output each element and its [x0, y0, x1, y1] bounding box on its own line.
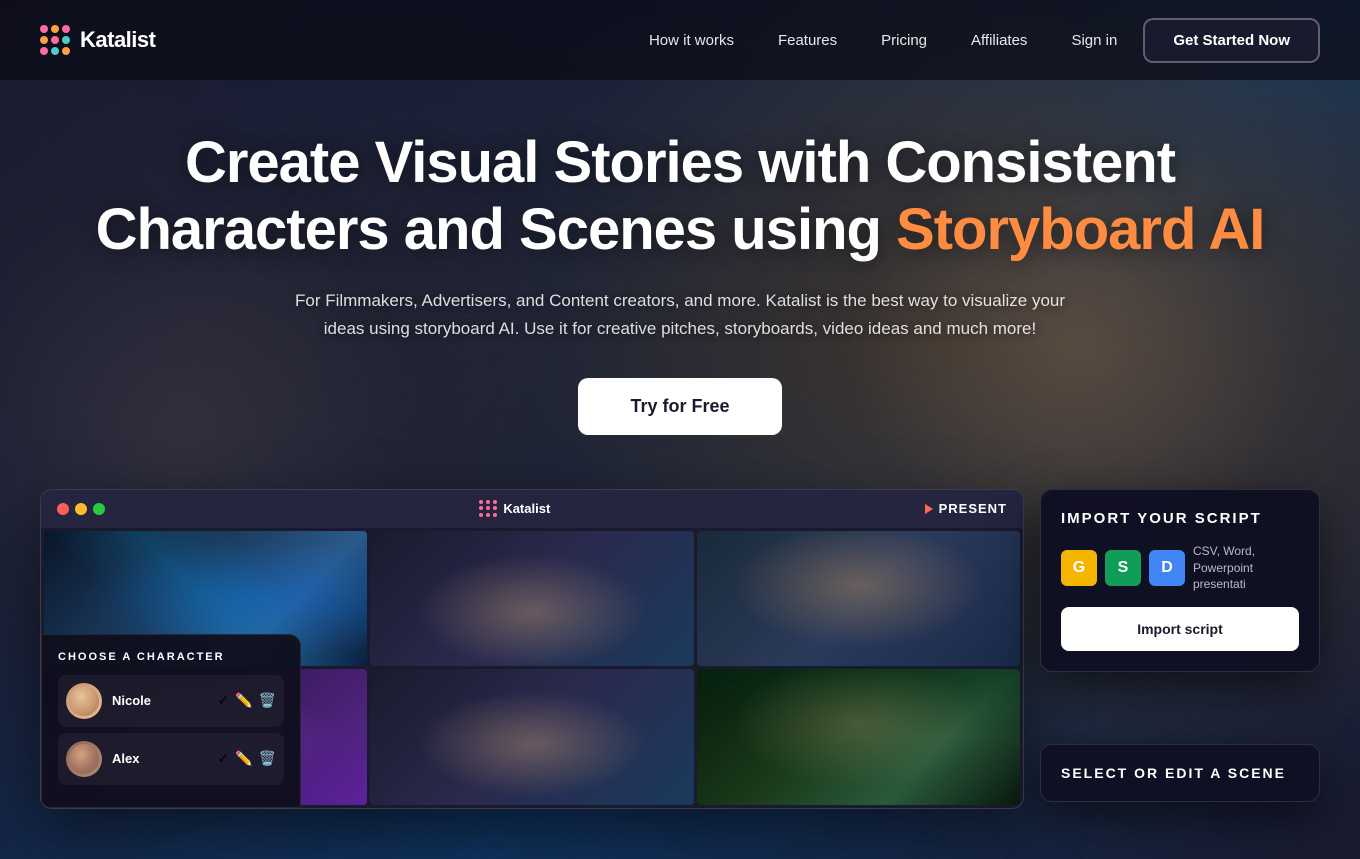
import-script-button[interactable]: Import script	[1061, 607, 1299, 651]
nav-link-sign-in[interactable]: Sign in	[1053, 24, 1135, 57]
import-file-icons: G S D CSV, Word, Powerpoint presentati	[1061, 543, 1299, 593]
character-panel: CHOOSE A CHARACTER Nicole ✓ ✏️ 🗑️	[41, 634, 301, 808]
get-started-button[interactable]: Get Started Now	[1143, 18, 1320, 63]
storyboard-cell-5[interactable]	[370, 669, 693, 805]
bldot-4	[479, 506, 483, 510]
logo-dot-3	[62, 25, 70, 33]
bldot-9	[493, 513, 497, 517]
nav-link-pricing[interactable]: Pricing	[863, 24, 945, 57]
logo-dots-grid	[40, 25, 70, 55]
present-label: PRESENT	[939, 501, 1007, 516]
hero-title-line1: Create Visual Stories with Consistent	[185, 130, 1175, 195]
hero-title-accent: Storyboard AI	[896, 197, 1264, 262]
check-icon-2[interactable]: ✓	[217, 750, 229, 767]
logo-dot-7	[40, 47, 48, 55]
hero-title: Create Visual Stories with Consistent Ch…	[40, 130, 1320, 263]
bldot-1	[479, 500, 483, 504]
import-script-panel: IMPORT YOUR SCRIPT G S D CSV, Word, Powe…	[1040, 489, 1320, 672]
import-file-types: CSV, Word, Powerpoint presentati	[1193, 543, 1299, 593]
check-icon[interactable]: ✓	[217, 692, 229, 709]
import-panel-title: IMPORT YOUR SCRIPT	[1061, 510, 1299, 527]
sheets-icon: S	[1105, 550, 1141, 586]
docs-icon: D	[1149, 550, 1185, 586]
character-name-alex: Alex	[112, 751, 207, 766]
edit-icon-2[interactable]: ✏️	[235, 750, 252, 767]
play-icon	[925, 504, 933, 514]
browser-dot-maximize	[93, 503, 105, 515]
slides-icon-symbol: G	[1073, 559, 1085, 577]
bldot-8	[486, 513, 490, 517]
brand-name: Katalist	[80, 27, 155, 53]
bldot-2	[486, 500, 490, 504]
right-panels: IMPORT YOUR SCRIPT G S D CSV, Word, Powe…	[1040, 489, 1320, 742]
brand-logo[interactable]: Katalist	[40, 25, 155, 55]
preview-area: Katalist PRESENT CHOOSE A CHARACTER	[40, 489, 1320, 809]
character-name-nicole: Nicole	[112, 693, 207, 708]
docs-icon-symbol: D	[1161, 559, 1173, 577]
navbar: Katalist How it works Features Pricing A…	[0, 0, 1360, 80]
hero-subtitle: For Filmmakers, Advertisers, and Content…	[290, 287, 1070, 341]
present-button[interactable]: PRESENT	[925, 501, 1007, 516]
browser-bar: Katalist PRESENT	[41, 490, 1023, 528]
avatar-face-alex	[69, 744, 99, 774]
bldot-7	[479, 513, 483, 517]
bldot-3	[493, 500, 497, 504]
nav-link-how-it-works[interactable]: How it works	[631, 24, 752, 57]
browser-window-controls	[57, 503, 105, 515]
logo-dot-2	[51, 25, 59, 33]
bldot-6	[493, 506, 497, 510]
character-avatar-alex	[66, 741, 102, 777]
logo-dot-1	[40, 25, 48, 33]
browser-app-name: Katalist	[503, 501, 550, 516]
slides-icon: G	[1061, 550, 1097, 586]
character-panel-title: CHOOSE A CHARACTER	[58, 651, 284, 663]
nav-link-features[interactable]: Features	[760, 24, 855, 57]
character-avatar-nicole	[66, 683, 102, 719]
logo-dot-6	[62, 36, 70, 44]
logo-dot-9	[62, 47, 70, 55]
storyboard-cell-6[interactable]	[697, 669, 1020, 805]
browser-app-logo: Katalist	[479, 500, 550, 518]
sheets-icon-symbol: S	[1118, 559, 1129, 577]
nav-link-affiliates[interactable]: Affiliates	[953, 24, 1045, 57]
storyboard-cell-2[interactable]	[370, 531, 693, 667]
browser-dot-close	[57, 503, 69, 515]
browser-logo-dots	[479, 500, 497, 518]
hero-section: Create Visual Stories with Consistent Ch…	[0, 80, 1360, 465]
scene-panel-title: SELECT OR EDIT A SCENE	[1061, 765, 1299, 781]
delete-icon-2[interactable]: 🗑️	[259, 750, 276, 767]
nav-links: How it works Features Pricing Affiliates…	[631, 18, 1320, 63]
browser-dot-minimize	[75, 503, 87, 515]
bldot-5	[486, 506, 490, 510]
try-for-free-button[interactable]: Try for Free	[578, 378, 781, 435]
logo-dot-4	[40, 36, 48, 44]
hero-title-line2: Characters and Scenes using	[96, 197, 881, 262]
edit-icon[interactable]: ✏️	[235, 692, 252, 709]
character-actions-nicole: ✓ ✏️ 🗑️	[217, 692, 276, 709]
logo-dot-8	[51, 47, 59, 55]
avatar-face-nicole	[69, 686, 99, 716]
character-item-alex[interactable]: Alex ✓ ✏️ 🗑️	[58, 733, 284, 785]
storyboard-cell-3[interactable]	[697, 531, 1020, 667]
character-actions-alex: ✓ ✏️ 🗑️	[217, 750, 276, 767]
logo-dot-5	[51, 36, 59, 44]
browser-mockup: Katalist PRESENT CHOOSE A CHARACTER	[40, 489, 1024, 809]
scene-panel: SELECT OR EDIT A SCENE	[1040, 744, 1320, 802]
character-item-nicole[interactable]: Nicole ✓ ✏️ 🗑️	[58, 675, 284, 727]
delete-icon[interactable]: 🗑️	[259, 692, 276, 709]
